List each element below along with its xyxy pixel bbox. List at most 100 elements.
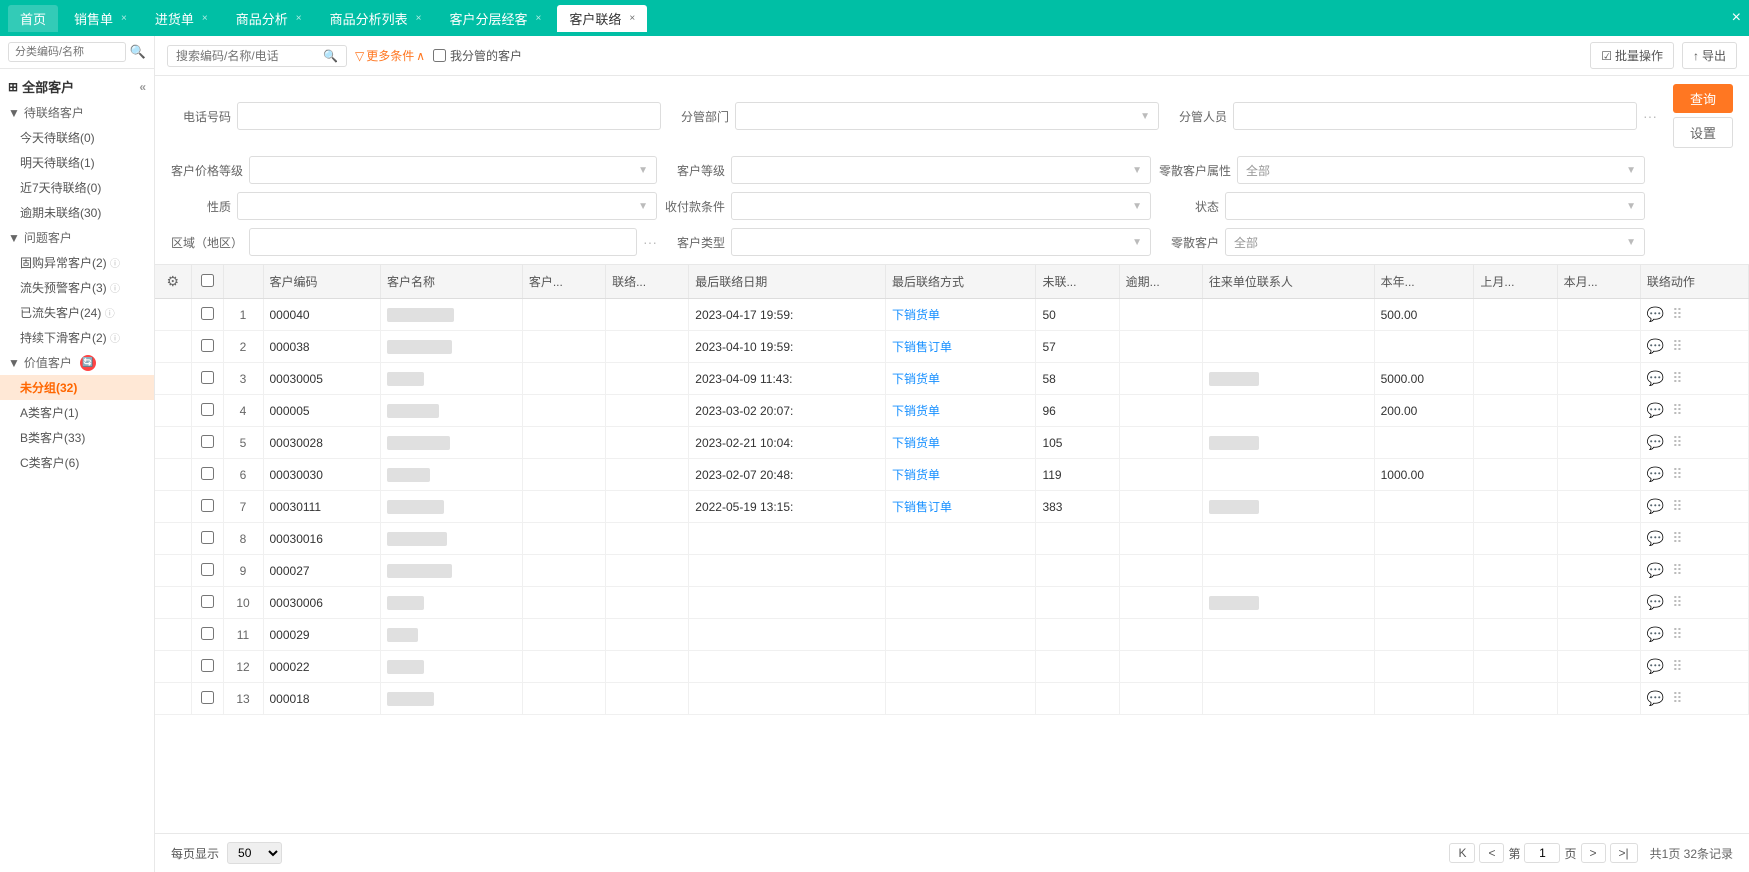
th-overdue[interactable]: 逾期... <box>1119 265 1202 299</box>
more-action-icon[interactable]: ⠿ <box>1672 434 1682 451</box>
contact-icon[interactable]: 💬 <box>1647 530 1664 547</box>
tab-customer-segment-close[interactable]: × <box>535 13 541 24</box>
tab-home[interactable]: 首页 <box>8 5 58 32</box>
row-checkbox[interactable] <box>201 499 214 512</box>
filter-search-box[interactable]: 🔍 <box>167 45 347 67</box>
row-check[interactable] <box>191 651 223 683</box>
row-checkbox[interactable] <box>201 627 214 640</box>
person-select[interactable] <box>1233 102 1637 130</box>
row-checkbox[interactable] <box>201 659 214 672</box>
filter-search-input[interactable] <box>176 49 319 63</box>
row-check[interactable] <box>191 427 223 459</box>
more-action-icon[interactable]: ⠿ <box>1672 562 1682 579</box>
tab-purchase[interactable]: 进货单 × <box>143 5 220 32</box>
sidebar-search-icon[interactable]: 🔍 <box>130 44 146 60</box>
tab-sales-close[interactable]: × <box>121 13 127 24</box>
more-action-icon[interactable]: ⠿ <box>1672 498 1682 515</box>
contact-icon[interactable]: 💬 <box>1647 594 1664 611</box>
batch-ops-btn[interactable]: ☑ 批量操作 <box>1590 42 1674 69</box>
tab-customer-segment[interactable]: 客户分层经客 × <box>437 5 553 32</box>
more-action-icon[interactable]: ⠿ <box>1672 530 1682 547</box>
row-checkbox[interactable] <box>201 307 214 320</box>
dept-select[interactable]: ▼ <box>735 102 1159 130</box>
contact-icon[interactable]: 💬 <box>1647 466 1664 483</box>
tab-product-analysis-list[interactable]: 商品分析列表 × <box>318 5 434 32</box>
row-checkbox[interactable] <box>201 403 214 416</box>
row-checkbox[interactable] <box>201 563 214 576</box>
th-check[interactable] <box>191 265 223 299</box>
contact-icon[interactable]: 💬 <box>1647 498 1664 515</box>
contact-icon[interactable]: 💬 <box>1647 562 1664 579</box>
more-action-icon[interactable]: ⠿ <box>1672 338 1682 355</box>
sidebar-item-b-class[interactable]: B类客户(33) <box>0 425 154 450</box>
tab-customer-contact[interactable]: 客户联络 × <box>557 5 647 32</box>
row-check[interactable] <box>191 587 223 619</box>
row-check[interactable] <box>191 331 223 363</box>
close-all-btn[interactable]: × <box>1732 9 1741 27</box>
tab-sales[interactable]: 销售单 × <box>62 5 139 32</box>
th-un-contact[interactable]: 未联... <box>1036 265 1119 299</box>
nature-select[interactable]: ▼ <box>237 192 657 220</box>
settings-icon[interactable]: ⚙ <box>166 273 179 289</box>
customer-level-select[interactable]: ▼ <box>731 156 1151 184</box>
more-action-icon[interactable]: ⠿ <box>1672 594 1682 611</box>
tab-product-analysis-list-close[interactable]: × <box>416 13 422 24</box>
first-page-btn[interactable]: K <box>1449 843 1475 863</box>
row-check[interactable] <box>191 619 223 651</box>
th-last-contact-date[interactable]: 最后联络日期 <box>689 265 886 299</box>
more-action-icon[interactable]: ⠿ <box>1672 466 1682 483</box>
sidebar-item-week-pending[interactable]: 近7天待联络(0) <box>0 175 154 200</box>
region-select[interactable] <box>249 228 637 256</box>
row-check[interactable] <box>191 363 223 395</box>
sidebar-search-input[interactable] <box>8 42 126 62</box>
sidebar-group-problem[interactable]: ▼ 问题客户 <box>0 225 154 250</box>
th-name[interactable]: 客户名称 <box>381 265 523 299</box>
page-size-select[interactable]: 50 20 100 <box>227 842 282 864</box>
sidebar-item-c-class[interactable]: C类客户(6) <box>0 450 154 475</box>
more-action-icon[interactable]: ⠿ <box>1672 626 1682 643</box>
row-checkbox[interactable] <box>201 467 214 480</box>
sidebar-item-today-pending[interactable]: 今天待联络(0) <box>0 125 154 150</box>
prev-page-btn[interactable]: < <box>1479 843 1504 863</box>
th-contact[interactable]: 联络... <box>606 265 689 299</box>
payment-select[interactable]: ▼ <box>731 192 1151 220</box>
status-select[interactable]: ▼ <box>1225 192 1645 220</box>
row-checkbox[interactable] <box>201 371 214 384</box>
price-level-select[interactable]: ▼ <box>249 156 657 184</box>
scatter-customer-select[interactable]: 全部 ▼ <box>1225 228 1645 256</box>
sidebar-item-declining[interactable]: 持续下滑客户(2) ⓘ <box>0 325 154 350</box>
more-filters-btn[interactable]: ▽ 更多条件 ∧ <box>355 47 425 64</box>
th-this-year[interactable]: 本年... <box>1374 265 1474 299</box>
my-customers-checkbox[interactable] <box>433 49 446 62</box>
tab-product-analysis[interactable]: 商品分析 × <box>224 5 314 32</box>
search-icon[interactable]: 🔍 <box>323 49 338 63</box>
scatter-attr-select[interactable]: 全部 ▼ <box>1237 156 1645 184</box>
row-check[interactable] <box>191 395 223 427</box>
row-check[interactable] <box>191 683 223 715</box>
contact-icon[interactable]: 💬 <box>1647 690 1664 707</box>
row-check[interactable] <box>191 299 223 331</box>
contact-icon[interactable]: 💬 <box>1647 370 1664 387</box>
contact-icon[interactable]: 💬 <box>1647 306 1664 323</box>
row-checkbox[interactable] <box>201 691 214 704</box>
row-check[interactable] <box>191 491 223 523</box>
sidebar-item-churn-warning[interactable]: 流失预警客户(3) ⓘ <box>0 275 154 300</box>
region-dots[interactable]: ··· <box>643 234 657 250</box>
sidebar-item-churned[interactable]: 已流失客户(24) ⓘ <box>0 300 154 325</box>
th-code[interactable]: 客户编码 <box>263 265 381 299</box>
phone-input[interactable] <box>237 102 661 130</box>
my-customers-filter[interactable]: 我分管的客户 <box>433 47 522 64</box>
row-checkbox[interactable] <box>201 531 214 544</box>
row-check[interactable] <box>191 459 223 491</box>
sidebar-group-value[interactable]: ▼ 价值客户 🔄 <box>0 350 154 375</box>
person-dots[interactable]: ··· <box>1643 108 1657 124</box>
last-page-btn[interactable]: >| <box>1610 843 1638 863</box>
row-check[interactable] <box>191 555 223 587</box>
query-btn[interactable]: 查询 <box>1673 84 1733 113</box>
tab-purchase-close[interactable]: × <box>202 13 208 24</box>
contact-icon[interactable]: 💬 <box>1647 434 1664 451</box>
more-action-icon[interactable]: ⠿ <box>1672 658 1682 675</box>
select-all-checkbox[interactable] <box>201 274 214 287</box>
tab-customer-contact-close[interactable]: × <box>629 13 635 24</box>
sidebar-item-ungrouped[interactable]: 未分组(32) <box>0 375 154 400</box>
